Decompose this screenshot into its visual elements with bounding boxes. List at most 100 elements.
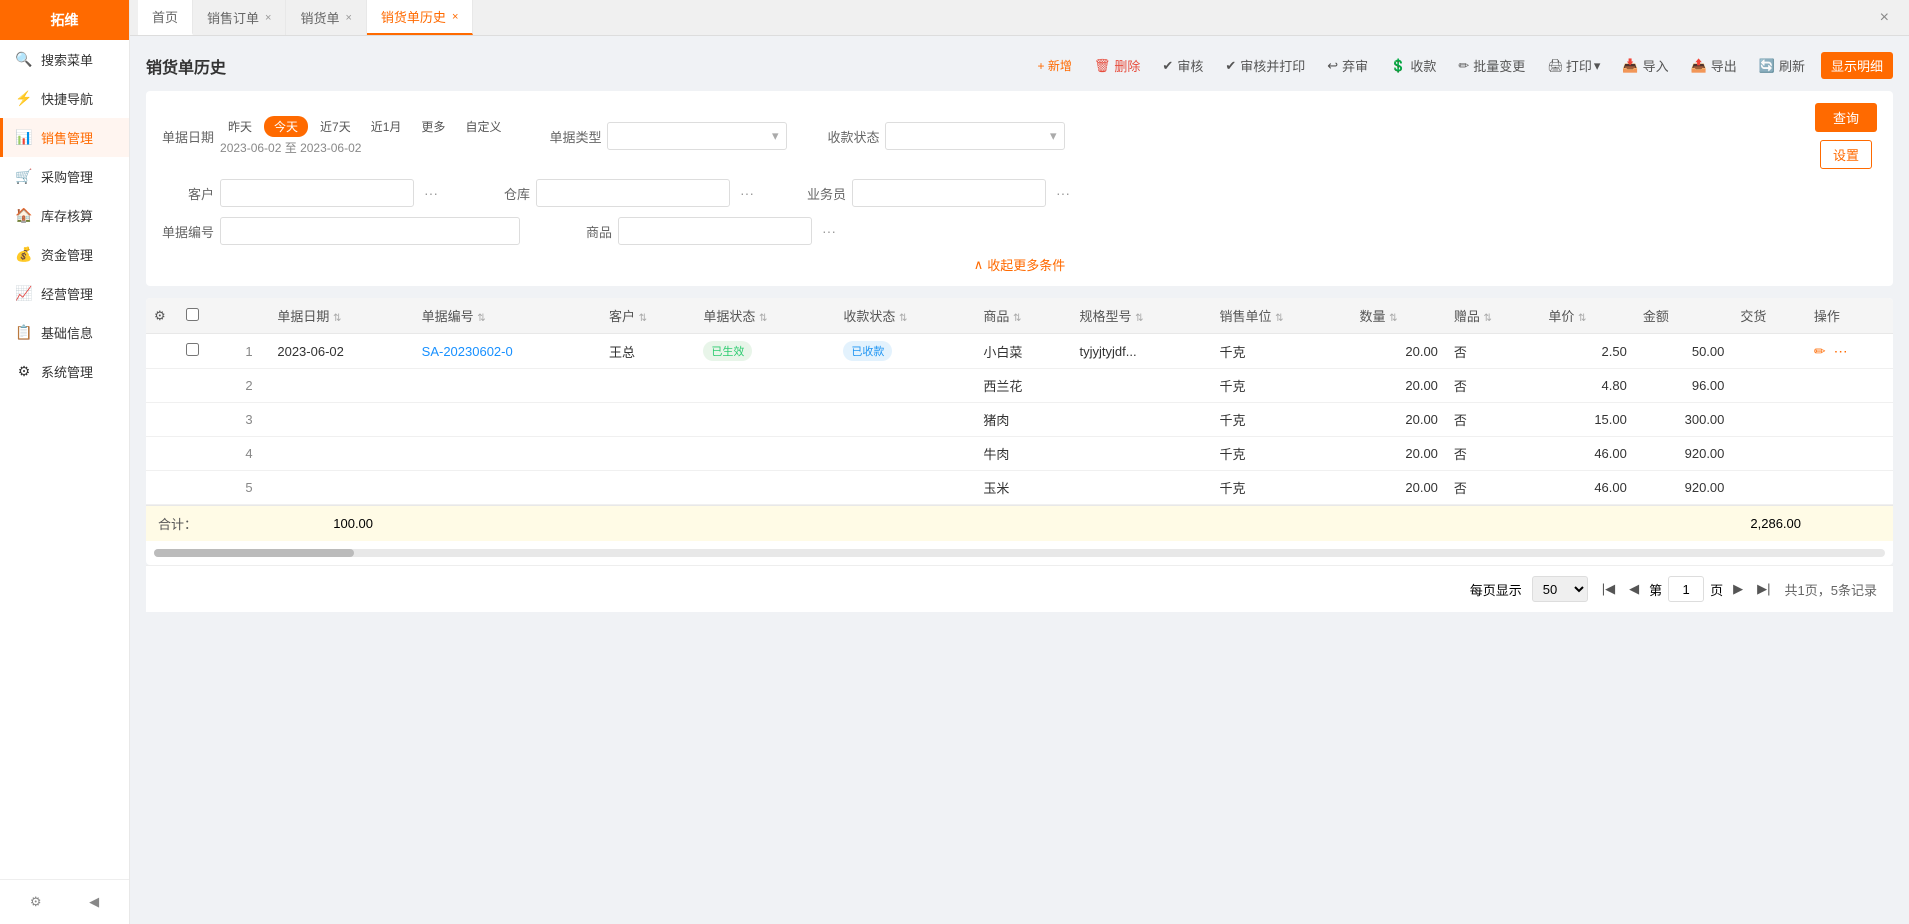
sidebar-item-finance-label: 资金管理: [41, 245, 93, 264]
edit-action-icon[interactable]: ✏: [1814, 343, 1826, 360]
th-unit-price[interactable]: 单价 ⇅: [1540, 298, 1634, 334]
query-button[interactable]: 查询: [1815, 103, 1877, 132]
export-button[interactable]: 📤 导出: [1685, 52, 1743, 79]
th-doc-no[interactable]: 单据编号 ⇅: [414, 298, 601, 334]
print-dropdown-icon[interactable]: ▾: [1594, 58, 1601, 74]
row-unit-price: 4.80: [1540, 369, 1634, 403]
sidebar-item-system[interactable]: ⚙ 系统管理: [0, 352, 129, 391]
th-unit[interactable]: 销售单位 ⇅: [1212, 298, 1352, 334]
table-header-row: ⚙ 单据日期 ⇅ 单据编号 ⇅ 客户 ⇅ 单据状态 ⇅ 收款状态 ⇅ 商品 ⇅ …: [146, 298, 1893, 334]
date-btn-more[interactable]: 更多: [413, 116, 453, 137]
row-gift: 否: [1446, 369, 1540, 403]
doc-type-select[interactable]: ▾: [607, 122, 787, 150]
doc-no-input[interactable]: [220, 217, 520, 245]
show-detail-button[interactable]: 显示明细: [1821, 52, 1893, 79]
th-doc-status[interactable]: 单据状态 ⇅: [695, 298, 835, 334]
th-payment-status[interactable]: 收款状态 ⇅: [835, 298, 975, 334]
last-page-button[interactable]: ▶|: [1753, 579, 1774, 599]
next-page-button[interactable]: ▶: [1729, 579, 1747, 599]
tab-sales-history[interactable]: 销货单历史 ×: [367, 0, 473, 35]
row-spec: tyjyjtyjdf...: [1072, 334, 1212, 369]
page-label-suffix: 页: [1710, 580, 1723, 599]
import-button[interactable]: 📥 导入: [1616, 52, 1674, 79]
filter-collapse-toggle[interactable]: ∧ 收起更多条件: [162, 255, 1877, 274]
bottom-settings-icon[interactable]: ⚙: [30, 894, 42, 910]
sidebar-item-search-menu[interactable]: 🔍 搜索菜单: [0, 40, 129, 79]
batch-change-button[interactable]: ✏ 批量变更: [1452, 52, 1531, 79]
audit-button[interactable]: ✔ 审核: [1156, 52, 1209, 79]
th-doc-date[interactable]: 单据日期 ⇅: [269, 298, 413, 334]
horizontal-scrollbar-track[interactable]: [154, 549, 1885, 557]
sidebar-item-basic-info[interactable]: 📋 基础信息: [0, 313, 129, 352]
prev-page-button[interactable]: ◀: [1625, 579, 1643, 599]
tab-sales-order-close[interactable]: ×: [265, 12, 271, 24]
new-button[interactable]: + 新增: [1032, 53, 1078, 78]
sidebar-item-inventory[interactable]: 🏠 库存核算: [0, 196, 129, 235]
print-button[interactable]: 🖨 打印 ▾: [1541, 52, 1606, 79]
sidebar-item-purchase[interactable]: 🛒 采购管理: [0, 157, 129, 196]
toolbar: + 新增 🗑 删除 ✔ 审核 ✔ 审核并打印 ↩ 弃审: [1032, 52, 1893, 79]
page-number-input[interactable]: [1668, 576, 1704, 602]
row-amount: 50.00: [1635, 334, 1733, 369]
detail-action-icon[interactable]: ⋯: [1834, 343, 1848, 360]
date-btn-7days[interactable]: 近7天: [312, 116, 359, 137]
tab-home[interactable]: 首页: [138, 0, 193, 35]
delete-label: 删除: [1114, 56, 1140, 75]
import-icon: 📥: [1622, 58, 1638, 74]
warehouse-input[interactable]: [536, 179, 730, 207]
date-btn-yesterday[interactable]: 昨天: [220, 116, 260, 137]
horizontal-scrollbar-thumb[interactable]: [154, 549, 354, 557]
page-header: 销货单历史 + 新增 🗑 删除 ✔ 审核 ✔ 审核并打印 ↩ 弃审: [146, 52, 1893, 79]
page-size-select[interactable]: 50 20 100: [1532, 576, 1588, 602]
select-all-checkbox[interactable]: [186, 308, 199, 321]
row-num: 1: [229, 334, 270, 369]
row-spec: [1072, 403, 1212, 437]
audit-print-button[interactable]: ✔ 审核并打印: [1219, 52, 1311, 79]
sidebar-item-sales[interactable]: 📊 销售管理: [0, 118, 129, 157]
date-btn-today[interactable]: 今天: [264, 116, 308, 137]
sales-icon: 📊: [15, 129, 33, 147]
date-btn-custom[interactable]: 自定义: [457, 116, 509, 137]
doc-no-link[interactable]: SA-20230602-0: [422, 344, 513, 359]
abandon-button[interactable]: ↩ 弃审: [1321, 52, 1374, 79]
row-transaction: [1732, 334, 1805, 369]
bottom-collapse-icon[interactable]: ◀: [89, 894, 99, 910]
delete-button[interactable]: 🗑 删除: [1088, 52, 1147, 79]
sidebar-item-purchase-label: 采购管理: [41, 167, 93, 186]
tab-sales-delivery-close[interactable]: ×: [345, 12, 351, 24]
receive-button[interactable]: 💲 收款: [1384, 52, 1442, 79]
sidebar-item-operations[interactable]: 📈 经营管理: [0, 274, 129, 313]
warehouse-dots-icon[interactable]: ···: [740, 185, 754, 201]
th-spec[interactable]: 规格型号 ⇅: [1072, 298, 1212, 334]
th-product[interactable]: 商品 ⇅: [975, 298, 1071, 334]
row-check: [178, 471, 229, 505]
date-filter-label: 单据日期: [162, 127, 214, 146]
product-dots-icon[interactable]: ···: [822, 223, 836, 239]
tab-sales-order[interactable]: 销售订单 ×: [193, 0, 286, 35]
th-qty[interactable]: 数量 ⇅: [1351, 298, 1445, 334]
customer-input[interactable]: [220, 179, 414, 207]
th-gear[interactable]: ⚙: [146, 298, 178, 334]
tab-sales-delivery[interactable]: 销货单 ×: [286, 0, 366, 35]
product-label: 商品: [560, 222, 612, 241]
refresh-button[interactable]: 🔄 刷新: [1753, 52, 1811, 79]
sidebar-item-quick-nav[interactable]: ⚡ 快捷导航: [0, 79, 129, 118]
salesperson-dots-icon[interactable]: ···: [1056, 185, 1070, 201]
customer-dots-icon[interactable]: ···: [424, 185, 438, 201]
date-btn-1month[interactable]: 近1月: [363, 116, 410, 137]
customer-label: 客户: [162, 184, 214, 203]
row-checkbox[interactable]: [186, 343, 199, 356]
th-gift[interactable]: 赠品 ⇅: [1446, 298, 1540, 334]
set-button[interactable]: 设置: [1820, 140, 1872, 169]
payment-status-select[interactable]: ▾: [885, 122, 1065, 150]
sidebar-item-finance[interactable]: 💰 资金管理: [0, 235, 129, 274]
date-options: 昨天 今天 近7天 近1月 更多 自定义: [220, 116, 509, 137]
th-customer[interactable]: 客户 ⇅: [601, 298, 695, 334]
tab-sales-history-close[interactable]: ×: [452, 11, 458, 23]
product-input[interactable]: [618, 217, 812, 245]
filter-product: 商品 ···: [560, 217, 836, 245]
salesperson-input[interactable]: [852, 179, 1046, 207]
first-page-button[interactable]: |◀: [1598, 579, 1619, 599]
row-doc-no: [414, 369, 601, 403]
tab-bar-close-all[interactable]: ×: [1868, 9, 1901, 27]
